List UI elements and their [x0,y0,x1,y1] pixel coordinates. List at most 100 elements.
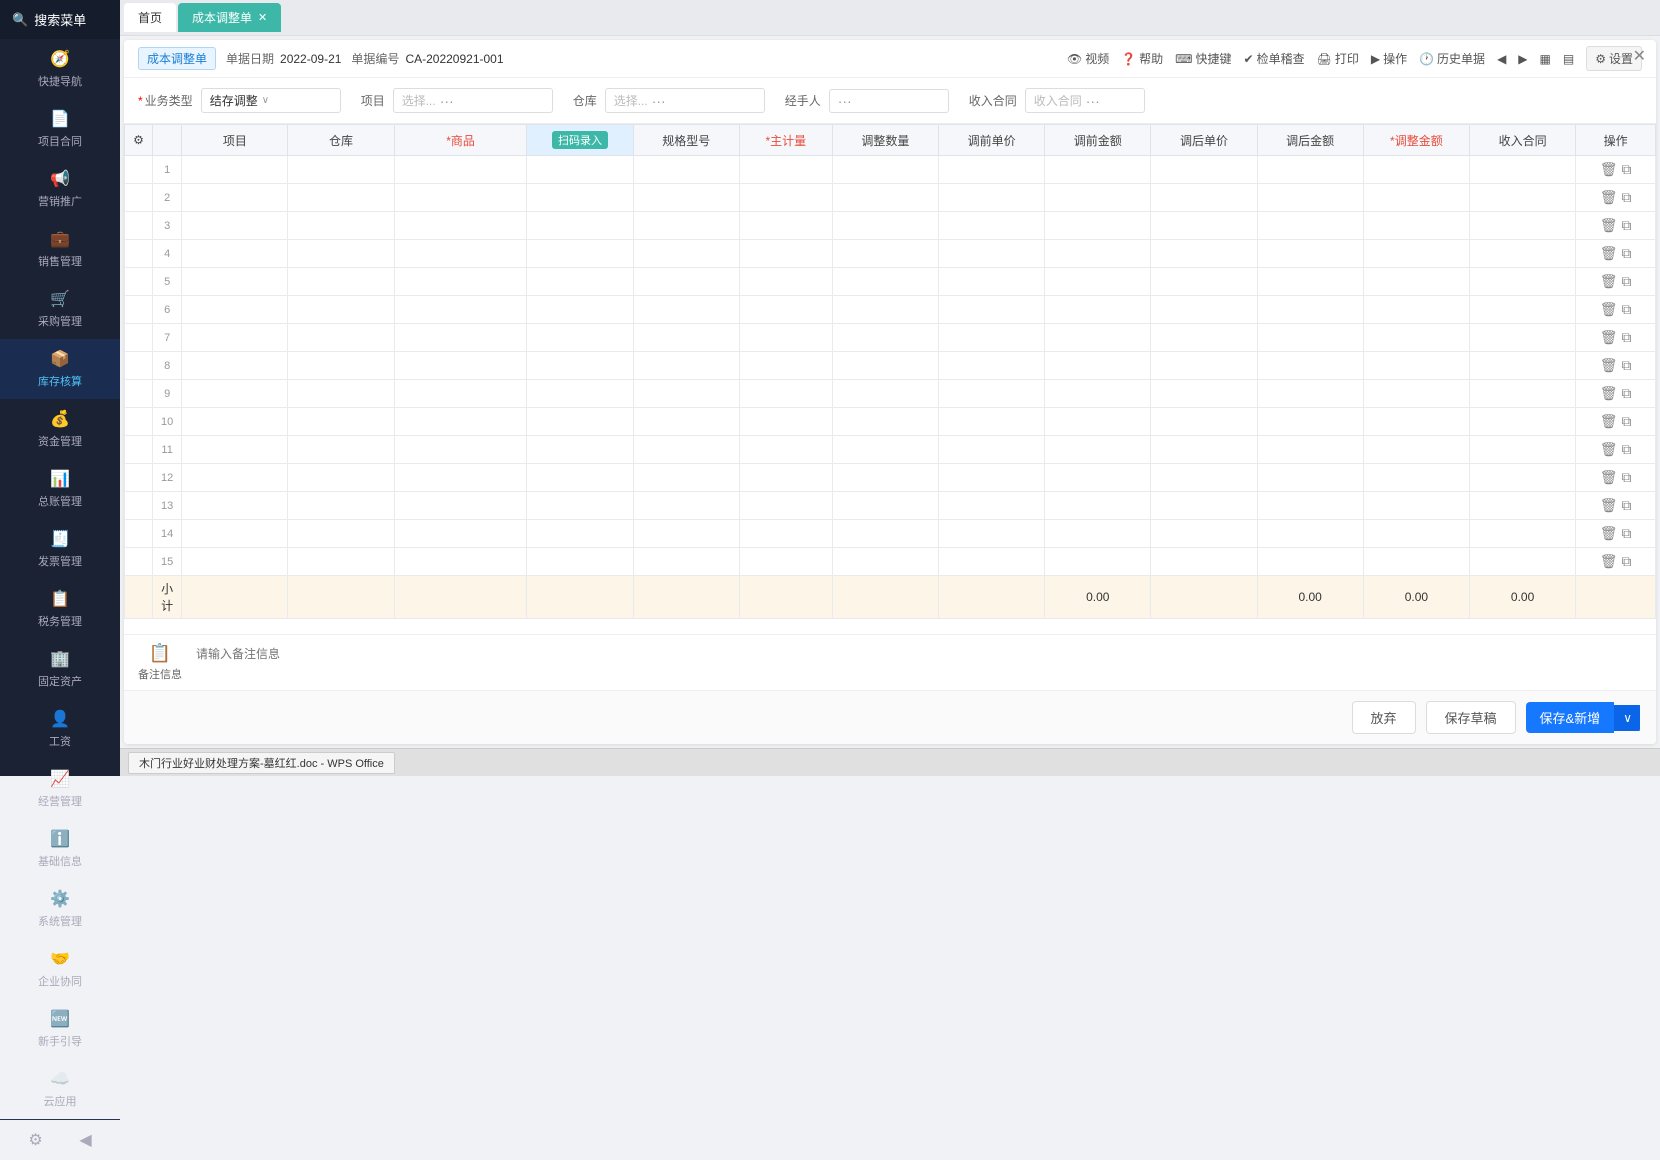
cell[interactable] [394,492,527,520]
action-help[interactable]: ❓ 帮助 [1121,50,1163,67]
delete-icon[interactable]: 🗑 [1600,189,1618,205]
cell[interactable] [288,464,394,492]
cell[interactable] [527,520,633,548]
th-settings[interactable]: ⚙ [125,125,153,156]
cell[interactable] [938,324,1044,352]
sidebar-item-cloud-app[interactable]: ☁️ 云应用 [0,1059,120,1119]
cell[interactable] [182,352,288,380]
cell[interactable] [1469,520,1575,548]
cell[interactable] [1151,408,1257,436]
cell[interactable] [1151,240,1257,268]
cell[interactable] [394,324,527,352]
cell[interactable] [832,240,938,268]
delete-icon[interactable]: 🗑 [1600,413,1618,429]
cell[interactable] [938,296,1044,324]
cell[interactable] [394,352,527,380]
cell[interactable] [527,324,633,352]
cell[interactable] [288,268,394,296]
cell[interactable] [832,520,938,548]
cell[interactable] [1045,436,1151,464]
cell[interactable] [1151,156,1257,184]
cell[interactable] [1363,212,1469,240]
copy-icon[interactable]: ⧉ [1621,357,1631,373]
cell[interactable] [1257,184,1363,212]
copy-icon[interactable]: ⧉ [1621,273,1631,289]
cell[interactable] [1257,492,1363,520]
cell[interactable] [633,240,739,268]
cell[interactable] [1045,520,1151,548]
cell[interactable] [832,436,938,464]
cell[interactable] [288,212,394,240]
cell[interactable] [1469,324,1575,352]
cell[interactable] [633,548,739,576]
cell[interactable] [1045,352,1151,380]
cell[interactable] [1151,324,1257,352]
cell[interactable] [938,548,1044,576]
cell[interactable] [182,492,288,520]
delete-icon[interactable]: 🗑 [1600,441,1618,457]
cell[interactable] [1363,548,1469,576]
cell[interactable] [1045,324,1151,352]
cell[interactable] [739,492,832,520]
delete-icon[interactable]: 🗑 [1600,301,1618,317]
cell[interactable] [1257,268,1363,296]
cell[interactable] [1257,156,1363,184]
cell[interactable] [288,296,394,324]
cell[interactable] [1469,156,1575,184]
cell[interactable] [527,492,633,520]
action-check[interactable]: ✔ 检单稽查 [1244,50,1305,67]
action-view[interactable]: 👁 视频 [1067,50,1109,67]
cell[interactable] [1045,156,1151,184]
cell[interactable] [633,380,739,408]
notes-input[interactable] [192,643,1642,665]
sidebar-item-quick-nav[interactable]: 🧭 快捷导航 [0,39,120,99]
cell[interactable] [938,520,1044,548]
sidebar-item-invoice-mgmt[interactable]: 🧾 发票管理 [0,519,120,579]
cell[interactable] [1363,296,1469,324]
cell[interactable] [1257,380,1363,408]
cell[interactable] [394,156,527,184]
sidebar-item-ops-mgmt[interactable]: 📈 经营管理 [0,759,120,819]
copy-icon[interactable]: ⧉ [1621,497,1631,513]
delete-icon[interactable]: 🗑 [1600,469,1618,485]
cell[interactable] [394,548,527,576]
sidebar-item-inventory-calc[interactable]: 📦 库存核算 [0,339,120,399]
action-nav-prev[interactable]: ◀ [1497,52,1506,66]
cell[interactable] [633,520,739,548]
copy-icon[interactable]: ⧉ [1621,329,1631,345]
cell[interactable] [938,380,1044,408]
cell[interactable] [633,268,739,296]
delete-icon[interactable]: 🗑 [1600,385,1618,401]
delete-icon[interactable]: 🗑 [1600,329,1618,345]
cell[interactable] [739,184,832,212]
copy-icon[interactable]: ⧉ [1621,161,1631,177]
cell[interactable] [1045,464,1151,492]
cell[interactable] [527,548,633,576]
sidebar-item-sales-promo[interactable]: 📢 营销推广 [0,159,120,219]
cell[interactable] [1257,240,1363,268]
cell[interactable] [288,184,394,212]
cell[interactable] [1151,492,1257,520]
cell[interactable] [1469,436,1575,464]
cell[interactable] [288,492,394,520]
cell[interactable] [1257,436,1363,464]
cell[interactable] [1469,352,1575,380]
cell[interactable] [527,212,633,240]
cell[interactable] [1257,464,1363,492]
cell[interactable] [832,548,938,576]
cell[interactable] [832,380,938,408]
cell[interactable] [1151,436,1257,464]
cell[interactable] [739,296,832,324]
sidebar-item-purchase-mgmt[interactable]: 🛒 采购管理 [0,279,120,339]
delete-icon[interactable]: 🗑 [1600,553,1618,569]
cell[interactable] [394,296,527,324]
sidebar-search[interactable]: 🔍 搜索菜单 [0,0,120,39]
sidebar-item-sys-mgmt[interactable]: ⚙️ 系统管理 [0,879,120,939]
cell[interactable] [527,268,633,296]
cell[interactable] [633,436,739,464]
cell[interactable] [1363,436,1469,464]
cell[interactable] [182,268,288,296]
cell[interactable] [1469,240,1575,268]
sidebar-item-salary[interactable]: 👤 工资 [0,699,120,759]
cell[interactable] [739,240,832,268]
